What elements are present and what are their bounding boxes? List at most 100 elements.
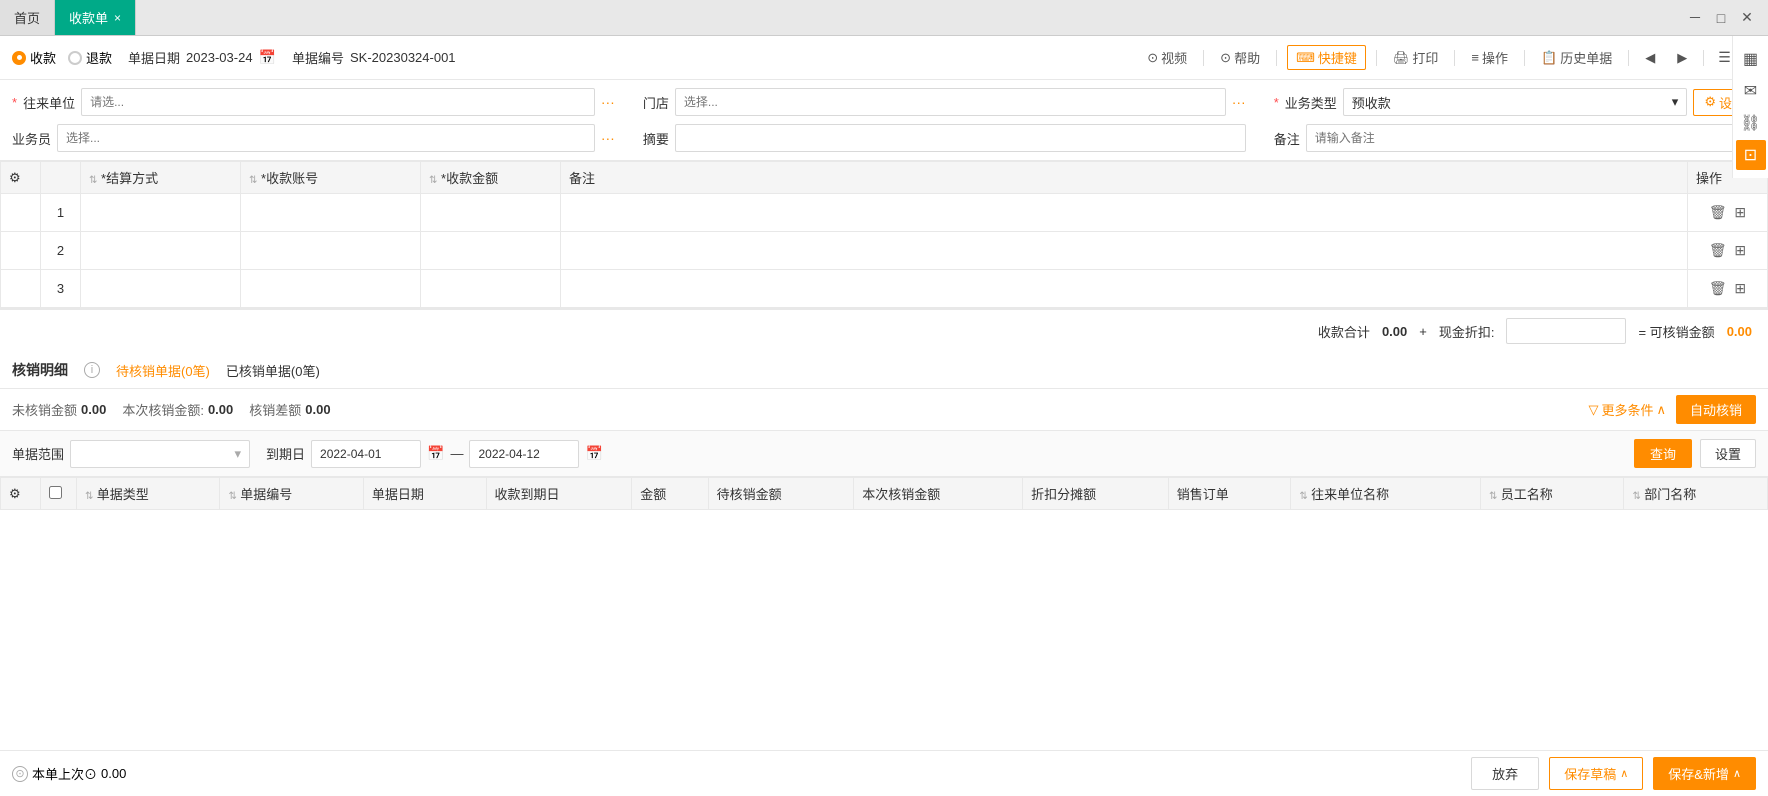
operation-icon: ≡	[1471, 50, 1479, 65]
window-controls: － □ ✕	[1686, 9, 1768, 27]
table-row: 2 🗑 ⊞	[1, 232, 1768, 270]
shortcut-btn[interactable]: ⌨ 快捷键	[1287, 45, 1366, 70]
panel-table-icon[interactable]: ▦	[1736, 44, 1766, 74]
filter-icon: ▽	[1588, 402, 1598, 418]
diff-stat: 核销差额 0.00	[249, 400, 330, 419]
store-more-icon[interactable]: ···	[1232, 94, 1246, 110]
video-btn[interactable]: ⊙ 视频	[1141, 46, 1193, 69]
store-input[interactable]	[675, 88, 1226, 116]
row1-amount[interactable]	[421, 194, 561, 232]
nav-prev-btn[interactable]: ◀	[1639, 48, 1661, 68]
uncancelled-stat: 未核销金额 0.00	[12, 400, 106, 419]
minimize-button[interactable]: －	[1686, 9, 1704, 27]
row1-method[interactable]	[81, 194, 241, 232]
counterparty-required: *	[12, 95, 17, 110]
bottom-stat-label: 本单上次⊙	[32, 764, 97, 783]
help-btn[interactable]: ⊙ 帮助	[1214, 46, 1266, 69]
pending-tab[interactable]: 待核销单据(0笔)	[116, 361, 210, 380]
row2-delete-icon[interactable]: 🗑	[1709, 242, 1727, 258]
panel-active-icon[interactable]: ⊡	[1736, 140, 1766, 170]
vcol-checkbox[interactable]	[41, 478, 77, 510]
tab-receipt-label: 收款单	[69, 8, 108, 27]
maximize-button[interactable]: □	[1712, 9, 1730, 27]
row2-account[interactable]	[241, 232, 421, 270]
done-tab[interactable]: 已核销单据(0笔)	[226, 361, 320, 380]
remarks-input[interactable]	[1306, 124, 1756, 152]
range-field: 单据范围 ▾	[12, 440, 250, 468]
row3-amount[interactable]	[421, 270, 561, 308]
v-settings-icon: ⚙	[9, 486, 21, 501]
settings-gear-icon: ⚙	[1704, 94, 1716, 110]
tab-receipt[interactable]: 收款单 ×	[55, 0, 136, 35]
row2-copy-icon[interactable]: ⊞	[1734, 242, 1746, 258]
row3-account[interactable]	[241, 270, 421, 308]
salesperson-input[interactable]	[57, 124, 595, 152]
radio-refund[interactable]: 退款	[68, 48, 112, 67]
uncancelled-label: 未核销金额	[12, 400, 77, 419]
date-end-calendar-icon[interactable]: 📅	[585, 445, 602, 462]
row3-num: 3	[41, 270, 81, 308]
date-start-input[interactable]	[311, 440, 421, 468]
vcol-pending-label: 待核销金额	[717, 487, 782, 502]
row2-amount[interactable]	[421, 232, 561, 270]
date-calendar-icon[interactable]: 📅	[259, 49, 276, 66]
row1-delete-icon[interactable]: 🗑	[1709, 204, 1727, 220]
toolbar-row: 收款 退款 单据日期 2023-03-24 📅 单据编号 SK-20230324…	[0, 36, 1768, 80]
row3-copy-icon[interactable]: ⊞	[1734, 280, 1746, 296]
panel-mail-icon[interactable]: ✉	[1736, 76, 1766, 106]
row2-note[interactable]	[561, 232, 1688, 270]
counterparty-field: * 往来单位 ···	[12, 88, 615, 116]
auto-verify-btn[interactable]: 自动核销	[1676, 395, 1756, 424]
query-btn[interactable]: 查询	[1634, 439, 1692, 468]
operation-btn[interactable]: ≡ 操作	[1465, 46, 1514, 69]
save-draft-btn[interactable]: 保存草稿 ∧	[1549, 757, 1643, 790]
plus-sign: +	[1419, 324, 1427, 339]
summary-input[interactable]	[675, 124, 1246, 152]
vcol-amount-label: 金额	[640, 487, 666, 502]
save-new-btn[interactable]: 保存&新增 ∧	[1653, 757, 1756, 790]
row2-method[interactable]	[81, 232, 241, 270]
abandon-btn[interactable]: 放弃	[1471, 757, 1539, 790]
vcol-current-verify-label: 本次核销金额	[862, 487, 940, 502]
store-field: 门店 ···	[643, 88, 1246, 116]
verify-info-icon[interactable]: i	[84, 362, 100, 378]
vcol-due-date: 收款到期日	[486, 478, 632, 510]
col-payment-method: ⇅ *结算方式	[81, 162, 241, 194]
close-button[interactable]: ✕	[1738, 9, 1756, 27]
col-settings[interactable]: ⚙	[1, 162, 41, 194]
counterparty-more-icon[interactable]: ···	[601, 94, 615, 110]
row1-copy-icon[interactable]: ⊞	[1734, 204, 1746, 220]
date-end-input[interactable]	[469, 440, 579, 468]
history-icon: 📋	[1541, 50, 1557, 66]
filter-settings-btn[interactable]: 设置	[1700, 439, 1756, 468]
salesperson-more-icon[interactable]: ···	[601, 130, 615, 146]
vcol-due-date-label: 收款到期日	[495, 487, 560, 502]
radio-group: 收款 退款	[12, 48, 112, 67]
bottom-info-icon[interactable]: ⊙	[12, 766, 28, 782]
tab-close-icon[interactable]: ×	[114, 11, 121, 25]
print-btn[interactable]: 🖨 打印	[1387, 46, 1445, 69]
vcol-bill-date: 单据日期	[363, 478, 486, 510]
row3-delete-icon[interactable]: 🗑	[1709, 280, 1727, 296]
row3-method[interactable]	[81, 270, 241, 308]
verify-header-row: ⚙ ⇅ 单据类型 ⇅ 单据编号	[1, 478, 1768, 510]
select-all-checkbox[interactable]	[49, 486, 62, 499]
radio-receipt[interactable]: 收款	[12, 48, 56, 67]
row3-note[interactable]	[561, 270, 1688, 308]
more-conditions-btn[interactable]: ▽ 更多条件 ∧	[1588, 400, 1666, 419]
bottom-actions: 放弃 保存草稿 ∧ 保存&新增 ∧	[1471, 757, 1756, 790]
range-select[interactable]: ▾	[70, 440, 250, 468]
counterparty-input[interactable]	[81, 88, 595, 116]
row1-note[interactable]	[561, 194, 1688, 232]
nav-next-btn[interactable]: ▶	[1671, 48, 1693, 68]
row1-account[interactable]	[241, 194, 421, 232]
discount-input[interactable]	[1506, 318, 1626, 344]
business-type-select[interactable]: 预收款 ▾	[1343, 88, 1688, 116]
date-start-calendar-icon[interactable]: 📅	[427, 445, 444, 462]
divider7	[1703, 50, 1704, 66]
tab-home[interactable]: 首页	[0, 0, 55, 35]
history-btn[interactable]: 📋 历史单据	[1535, 46, 1618, 69]
vcol-settings[interactable]: ⚙	[1, 478, 41, 510]
panel-link-icon[interactable]: ⛓	[1736, 108, 1766, 138]
number-label: 单据编号	[292, 48, 344, 67]
